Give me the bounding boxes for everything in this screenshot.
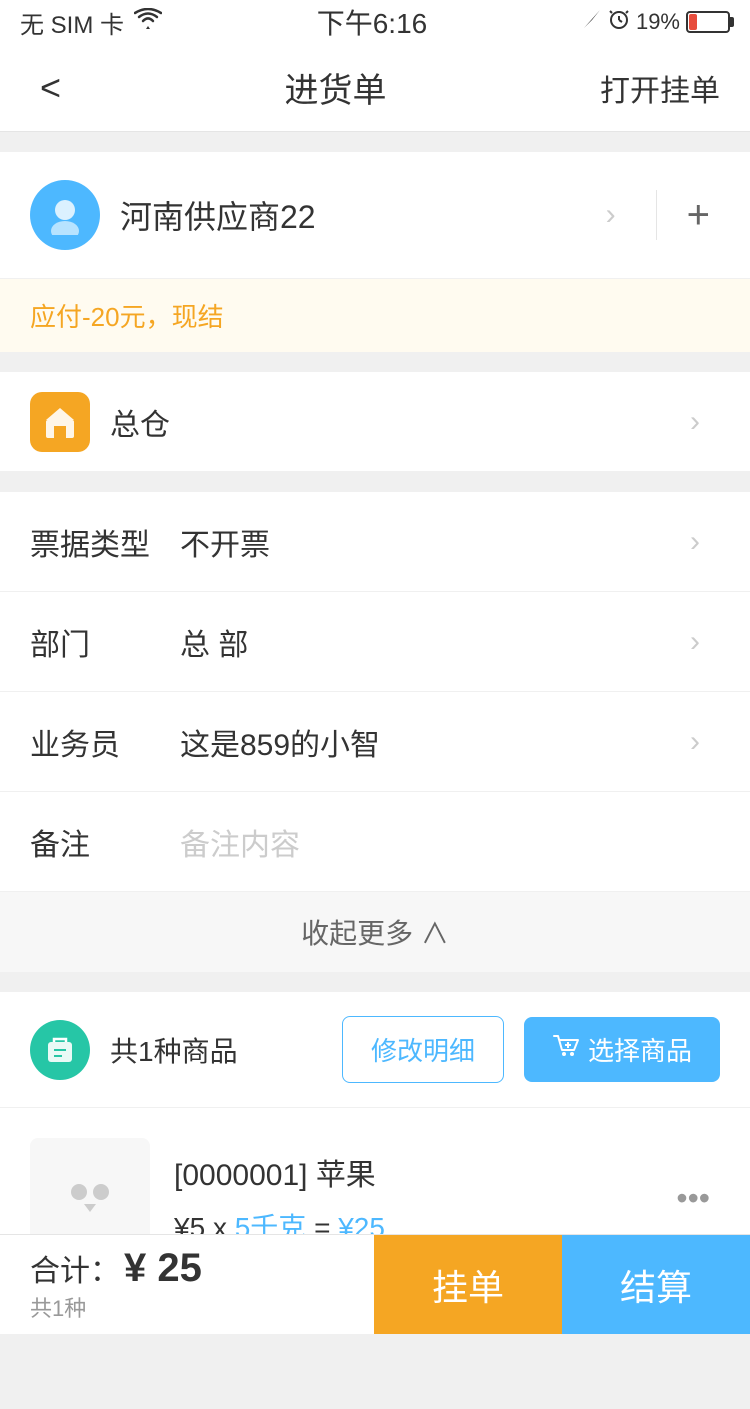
supplier-name: 河南供应商22 — [120, 192, 606, 238]
department-value: 总 部 — [170, 620, 690, 664]
battery-icon — [686, 11, 730, 33]
invoice-type-row[interactable]: 票据类型 不开票 › — [0, 492, 750, 592]
salesperson-value: 这是859的小智 — [170, 720, 690, 764]
invoice-type-value: 不开票 — [170, 520, 690, 564]
carrier-text: 无 SIM 卡 — [20, 5, 124, 40]
gap-4 — [0, 972, 750, 992]
product-header: 共1种商品 修改明细 选择商品 — [0, 992, 750, 1108]
remark-row[interactable]: 备注 备注内容 — [0, 792, 750, 892]
salesperson-label: 业务员 — [30, 720, 170, 764]
footer: 合计： ¥ 25 共1种 挂单 结算 — [0, 1234, 750, 1334]
page-title: 进货单 — [285, 63, 387, 112]
alarm-icon — [608, 8, 630, 36]
invoice-type-label: 票据类型 — [30, 520, 170, 564]
warehouse-icon — [30, 392, 90, 452]
add-supplier-button[interactable]: + — [677, 193, 720, 238]
product-code: [0000001] — [174, 1159, 307, 1192]
open-pending-button[interactable]: 打开挂单 — [600, 66, 720, 110]
gap-3 — [0, 472, 750, 492]
product-section-icon — [30, 1020, 90, 1080]
department-label: 部门 — [30, 620, 170, 664]
supplier-chevron-icon: › — [606, 198, 616, 232]
cart-icon — [552, 1032, 580, 1067]
supplier-avatar — [30, 180, 100, 250]
product-title: 苹果 — [316, 1159, 376, 1192]
salesperson-chevron: › — [690, 725, 700, 759]
supplier-row[interactable]: 河南供应商22 › + — [0, 152, 750, 279]
warehouse-row[interactable]: 总仓 › — [0, 372, 750, 472]
total-sub: 共1种 — [30, 1291, 344, 1323]
notice-bar: 应付-20元，现结 — [0, 279, 750, 352]
collapse-toggle[interactable]: 收起更多 ∧ — [0, 892, 750, 972]
salesperson-row[interactable]: 业务员 这是859的小智 › — [0, 692, 750, 792]
footer-total: 合计： ¥ 25 共1种 — [0, 1235, 374, 1334]
nav-bar: < 进货单 打开挂单 — [0, 44, 750, 132]
hang-button[interactable]: 挂单 — [374, 1235, 562, 1334]
gap-1 — [0, 132, 750, 152]
gap-2 — [0, 352, 750, 372]
edit-detail-button[interactable]: 修改明细 — [342, 1016, 504, 1083]
total-amount: ¥ 25 — [124, 1246, 202, 1291]
checkout-button[interactable]: 结算 — [562, 1235, 750, 1334]
owl-logo — [50, 1158, 130, 1238]
remark-label: 备注 — [30, 820, 170, 864]
checkout-label: 结算 — [620, 1259, 692, 1311]
total-label: 合计： — [30, 1246, 120, 1290]
department-row[interactable]: 部门 总 部 › — [0, 592, 750, 692]
product-count-text: 共1种商品 — [110, 1030, 322, 1070]
warehouse-card: 总仓 › — [0, 372, 750, 472]
supplier-card: 河南供应商22 › + 应付-20元，现结 — [0, 152, 750, 352]
select-product-button[interactable]: 选择商品 — [524, 1017, 720, 1082]
status-time: 下午6:16 — [317, 2, 428, 42]
status-left: 无 SIM 卡 — [20, 5, 162, 40]
battery-percentage: 19% — [636, 9, 680, 35]
back-button[interactable]: < — [30, 57, 71, 119]
warehouse-name: 总仓 — [110, 400, 690, 444]
wifi-icon — [134, 8, 162, 37]
gps-icon — [582, 8, 602, 36]
status-right: 19% — [582, 8, 730, 36]
select-product-label: 选择商品 — [588, 1031, 692, 1068]
remark-input[interactable]: 备注内容 — [170, 820, 720, 864]
department-chevron: › — [690, 625, 700, 659]
invoice-type-chevron: › — [690, 525, 700, 559]
more-dots-icon: ••• — [676, 1180, 710, 1216]
status-bar: 无 SIM 卡 下午6:16 19% — [0, 0, 750, 44]
product-details: [0000001] 苹果 ¥5 x 5千克 = ¥25 — [174, 1150, 642, 1246]
product-name: [0000001] 苹果 — [174, 1150, 642, 1194]
product-more-button[interactable]: ••• — [666, 1170, 720, 1227]
divider — [656, 190, 657, 240]
collapse-label: 收起更多 ∧ — [301, 912, 449, 952]
form-card: 票据类型 不开票 › 部门 总 部 › 业务员 这是859的小智 › 备注 备注… — [0, 492, 750, 892]
hang-label: 挂单 — [432, 1259, 504, 1311]
warehouse-chevron-icon: › — [690, 405, 700, 439]
